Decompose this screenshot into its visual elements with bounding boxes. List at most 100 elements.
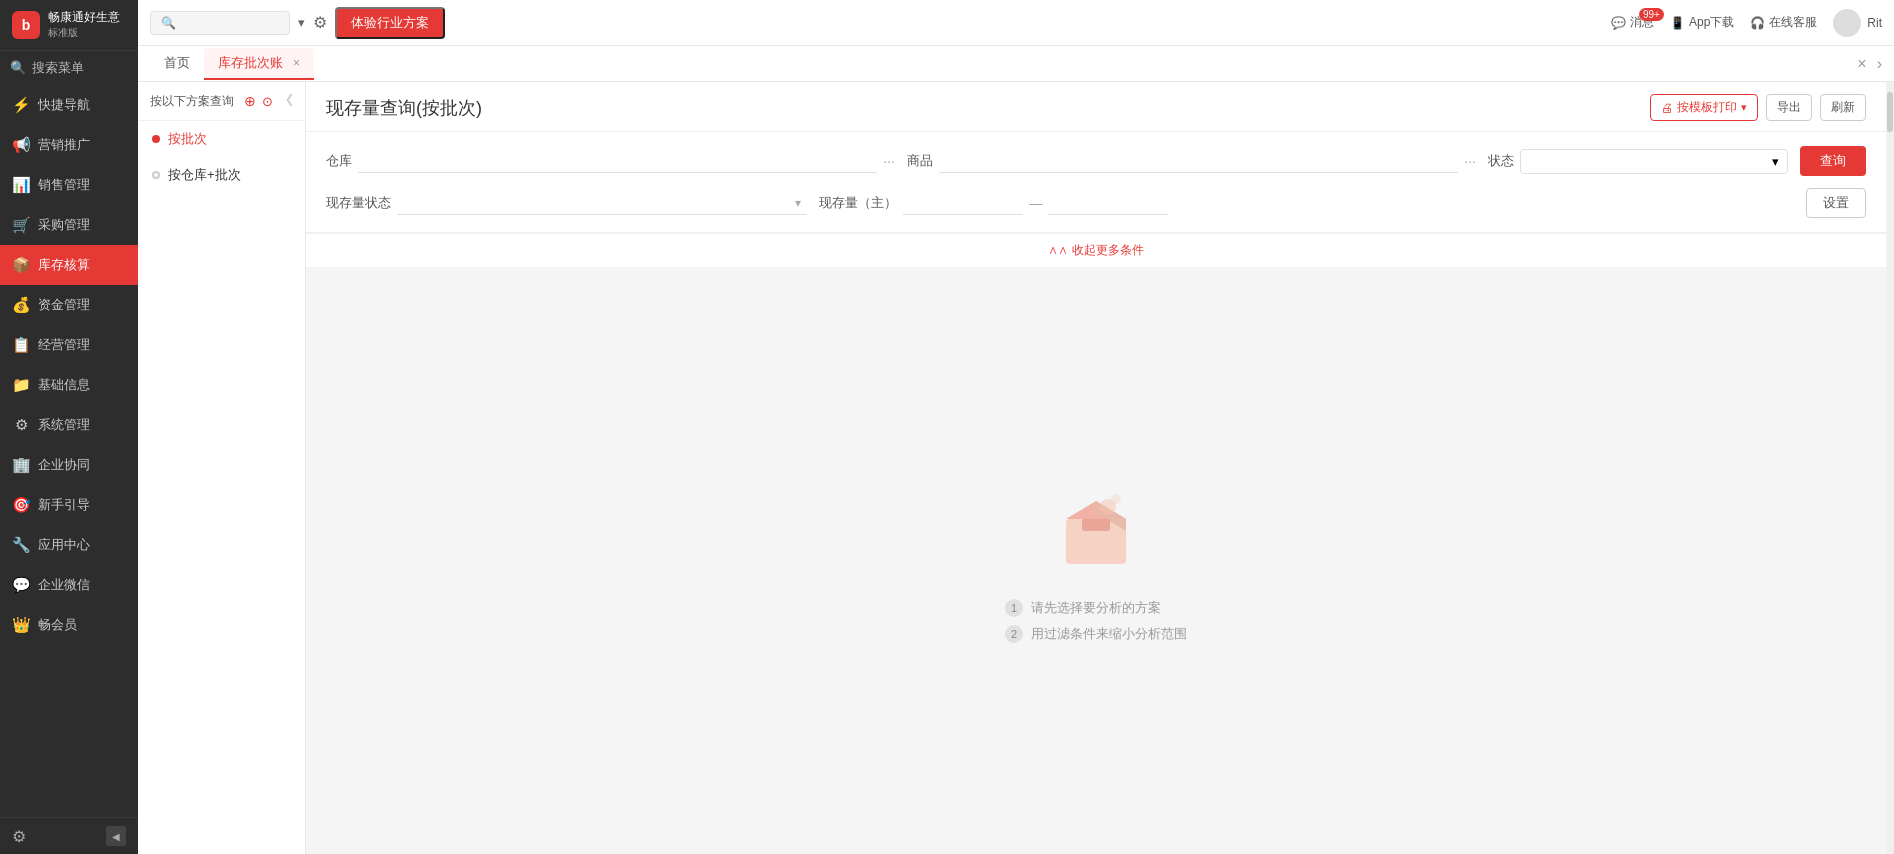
product-label: 商品 xyxy=(907,152,933,170)
app-download-item[interactable]: 📱 App下载 xyxy=(1670,14,1734,31)
sidebar-item-guide[interactable]: 🎯 新手引导 xyxy=(0,485,138,525)
edit-scheme-icon[interactable]: ⊙ xyxy=(262,94,273,109)
online-service-item[interactable]: 🎧 在线客服 xyxy=(1750,14,1817,31)
sidebar-item-label: 销售管理 xyxy=(38,176,90,194)
refresh-button[interactable]: 刷新 xyxy=(1820,94,1866,121)
product-more-icon[interactable]: ··· xyxy=(1464,153,1476,169)
sidebar-item-app-center[interactable]: 🔧 应用中心 xyxy=(0,525,138,565)
sidebar-item-label: 企业协同 xyxy=(38,456,90,474)
filter-stock-status: 现存量状态 ▾ xyxy=(326,192,807,215)
sidebar-collapse-btn[interactable]: ◀ xyxy=(106,826,126,846)
page-title: 现存量查询(按批次) xyxy=(326,96,482,130)
system-icon: ⚙ xyxy=(12,416,30,434)
sidebar-item-operations[interactable]: 📋 经营管理 xyxy=(0,325,138,365)
sidebar-item-finance[interactable]: 💰 资金管理 xyxy=(0,285,138,325)
right-panel: 现存量查询(按批次) 🖨 按模板打印 ▾ 导出 刷新 仓库 xyxy=(306,82,1886,854)
scroll-thumb[interactable] xyxy=(1887,92,1893,132)
topbar-search-box[interactable]: 🔍 xyxy=(150,11,290,35)
svg-rect-3 xyxy=(1082,519,1110,531)
left-panel-header: 按以下方案查询 ⊕ ⊙ 《 xyxy=(138,82,305,121)
search-menu-item[interactable]: 🔍 搜索菜单 xyxy=(0,51,138,85)
scheme-item-warehouse-batch[interactable]: 按仓库+批次 xyxy=(138,157,305,193)
sidebar-item-label: 企业微信 xyxy=(38,576,90,594)
app-download-icon: 📱 xyxy=(1670,16,1685,30)
collapse-more-bar[interactable]: ∧∧ 收起更多条件 xyxy=(306,233,1886,267)
app-download-label: App下载 xyxy=(1689,14,1734,31)
tab-more-icon[interactable]: › xyxy=(1877,55,1882,73)
sidebar-item-wechat[interactable]: 💬 企业微信 xyxy=(0,565,138,605)
query-button[interactable]: 查询 xyxy=(1800,146,1866,176)
username-label: Rit xyxy=(1867,16,1882,30)
sidebar-item-marketing[interactable]: 📢 营销推广 xyxy=(0,125,138,165)
product-input[interactable] xyxy=(939,149,1458,173)
sidebar-item-label: 经营管理 xyxy=(38,336,90,354)
topbar-gear-icon[interactable]: ⚙ xyxy=(313,13,327,32)
settings-button[interactable]: 设置 xyxy=(1806,188,1866,218)
empty-tips: 1 请先选择要分析的方案 2 用过滤条件来缩小分析范围 xyxy=(1005,599,1187,643)
tip-num-1: 1 xyxy=(1005,599,1023,617)
operations-icon: 📋 xyxy=(12,336,30,354)
online-service-label: 在线客服 xyxy=(1769,14,1817,31)
sidebar-item-collab[interactable]: 🏢 企业协同 xyxy=(0,445,138,485)
page-actions: 🖨 按模板打印 ▾ 导出 刷新 xyxy=(1650,94,1866,131)
collab-icon: 🏢 xyxy=(12,456,30,474)
sidebar-item-inventory[interactable]: 📦 库存核算 xyxy=(0,245,138,285)
collapse-panel-icon[interactable]: 《 xyxy=(279,92,293,110)
stock-qty-from-input[interactable] xyxy=(903,191,1023,215)
trial-button[interactable]: 体验行业方案 xyxy=(335,7,445,39)
messages-badge: 99+ xyxy=(1639,8,1664,21)
empty-state: 1 请先选择要分析的方案 2 用过滤条件来缩小分析范围 xyxy=(306,267,1886,854)
sidebar-bottom: ⚙ ◀ xyxy=(0,817,138,854)
sidebar-item-label: 资金管理 xyxy=(38,296,90,314)
add-scheme-icon[interactable]: ⊕ xyxy=(244,93,256,109)
stock-qty-to-input[interactable] xyxy=(1048,191,1168,215)
sidebar-header: b 畅康通好生意 标准版 xyxy=(0,0,138,51)
status-select[interactable]: ▾ xyxy=(1520,149,1788,174)
svg-point-5 xyxy=(1111,494,1121,504)
sidebar-item-label: 应用中心 xyxy=(38,536,90,554)
sidebar-item-quick-nav[interactable]: ⚡ 快捷导航 xyxy=(0,85,138,125)
warehouse-more-icon[interactable]: ··· xyxy=(883,153,895,169)
empty-tip-1: 1 请先选择要分析的方案 xyxy=(1005,599,1187,617)
chevron-down-icon: ▾ xyxy=(1772,154,1779,169)
print-button[interactable]: 🖨 按模板打印 ▾ xyxy=(1650,94,1758,121)
finance-icon: 💰 xyxy=(12,296,30,314)
warehouse-input[interactable] xyxy=(358,149,877,173)
export-button[interactable]: 导出 xyxy=(1766,94,1812,121)
app-logo: b xyxy=(12,11,40,39)
settings-icon[interactable]: ⚙ xyxy=(12,827,26,846)
sidebar-item-sales[interactable]: 📊 销售管理 xyxy=(0,165,138,205)
content-area: 按以下方案查询 ⊕ ⊙ 《 按批次 按仓库+批次 现存量查询(按批次) xyxy=(138,82,1894,854)
print-dropdown-icon[interactable]: ▾ xyxy=(1741,101,1747,114)
tab-home[interactable]: 首页 xyxy=(150,48,204,80)
messages-item[interactable]: 💬 消息 99+ xyxy=(1611,14,1654,31)
range-separator: — xyxy=(1029,196,1042,211)
topbar-right: 💬 消息 99+ 📱 App下载 🎧 在线客服 Rit xyxy=(1611,9,1882,37)
stock-qty-label: 现存量（主） xyxy=(819,194,897,212)
search-icon: 🔍 xyxy=(161,16,176,30)
wechat-icon: 💬 xyxy=(12,576,30,594)
filter-warehouse: 仓库 ··· xyxy=(326,149,895,173)
sidebar-item-basic-info[interactable]: 📁 基础信息 xyxy=(0,365,138,405)
topbar-dropdown[interactable]: ▾ xyxy=(298,15,305,30)
online-service-icon: 🎧 xyxy=(1750,16,1765,30)
sidebar-item-label: 采购管理 xyxy=(38,216,90,234)
guide-icon: 🎯 xyxy=(12,496,30,514)
sidebar-item-label: 基础信息 xyxy=(38,376,90,394)
sidebar-item-member[interactable]: 👑 畅会员 xyxy=(0,605,138,645)
tip-text-2: 用过滤条件来缩小分析范围 xyxy=(1031,625,1187,643)
tab-close-icon[interactable]: × xyxy=(293,56,300,70)
stock-status-select[interactable]: ▾ xyxy=(397,192,807,215)
tab-close-main-icon[interactable]: × xyxy=(1853,51,1870,77)
left-panel-title: 按以下方案查询 xyxy=(150,93,234,110)
tab-inventory-batch[interactable]: 库存批次账 × xyxy=(204,48,314,80)
sidebar-item-purchase[interactable]: 🛒 采购管理 xyxy=(0,205,138,245)
stock-status-dropdown-icon: ▾ xyxy=(795,196,801,210)
scheme-item-batch[interactable]: 按批次 xyxy=(138,121,305,157)
sidebar-item-label: 营销推广 xyxy=(38,136,90,154)
sidebar-item-label: 库存核算 xyxy=(38,256,90,274)
empty-tip-2: 2 用过滤条件来缩小分析范围 xyxy=(1005,625,1187,643)
sidebar-item-system[interactable]: ⚙ 系统管理 xyxy=(0,405,138,445)
filter-row-2: 现存量状态 ▾ 现存量（主） — 设置 xyxy=(326,188,1866,218)
search-icon: 🔍 xyxy=(10,60,26,75)
